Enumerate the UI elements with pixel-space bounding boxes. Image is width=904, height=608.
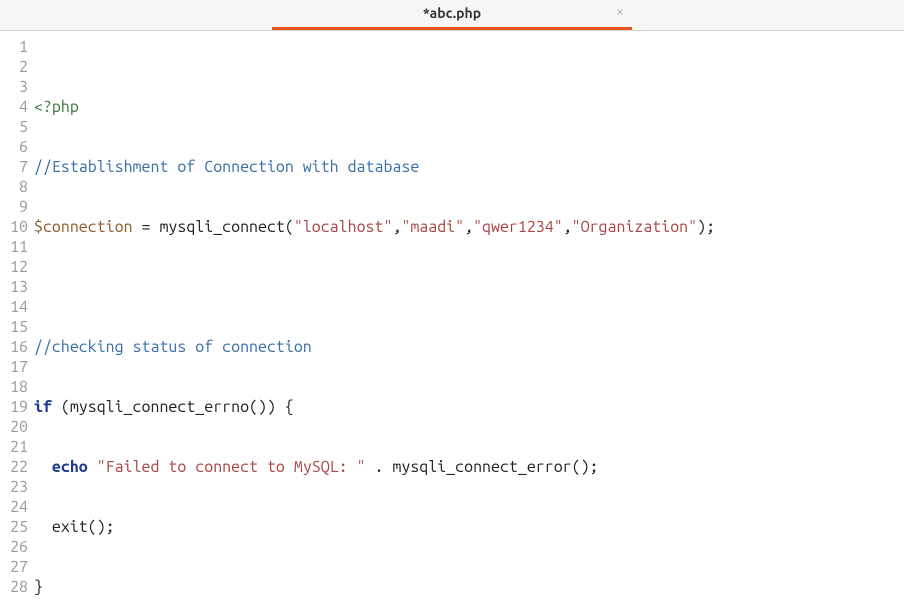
line-number: 26	[0, 537, 28, 557]
line-number: 23	[0, 477, 28, 497]
line-number: 12	[0, 257, 28, 277]
line-number: 21	[0, 437, 28, 457]
line-number: 15	[0, 317, 28, 337]
line-number: 20	[0, 417, 28, 437]
line-number-gutter: 1234567891011121314151617181920212223242…	[0, 37, 34, 608]
line-number: 6	[0, 137, 28, 157]
line-number: 5	[0, 117, 28, 137]
code-area[interactable]: <?php //Establishment of Connection with…	[34, 37, 904, 608]
titlebar: *abc.php ×	[0, 0, 904, 31]
code-line: $connection = mysqli_connect("localhost"…	[34, 217, 904, 237]
code-line: if (mysqli_connect_errno()) {	[34, 397, 904, 417]
line-number: 8	[0, 177, 28, 197]
line-number: 28	[0, 577, 28, 597]
code-line	[34, 277, 904, 297]
line-number: 9	[0, 197, 28, 217]
code-line: }	[34, 577, 904, 597]
code-line: //checking status of connection	[34, 337, 904, 357]
editor: 1234567891011121314151617181920212223242…	[0, 31, 904, 608]
tab-title: *abc.php	[423, 5, 481, 21]
line-number: 24	[0, 497, 28, 517]
line-number: 4	[0, 97, 28, 117]
line-number: 22	[0, 457, 28, 477]
line-number: 7	[0, 157, 28, 177]
file-tab[interactable]: *abc.php ×	[272, 0, 632, 30]
line-number: 10	[0, 217, 28, 237]
line-number: 16	[0, 337, 28, 357]
line-number: 3	[0, 77, 28, 97]
line-number: 25	[0, 517, 28, 537]
line-number: 19	[0, 397, 28, 417]
line-number: 2	[0, 57, 28, 77]
code-line: exit();	[34, 517, 904, 537]
line-number: 13	[0, 277, 28, 297]
code-line: //Establishment of Connection with datab…	[34, 157, 904, 177]
line-number: 17	[0, 357, 28, 377]
code-line: <?php	[34, 97, 904, 117]
line-number: 14	[0, 297, 28, 317]
line-number: 11	[0, 237, 28, 257]
code-line: echo "Failed to connect to MySQL: " . my…	[34, 457, 904, 477]
line-number: 1	[0, 37, 28, 57]
close-icon[interactable]: ×	[616, 3, 624, 19]
line-number: 27	[0, 557, 28, 577]
line-number: 18	[0, 377, 28, 397]
